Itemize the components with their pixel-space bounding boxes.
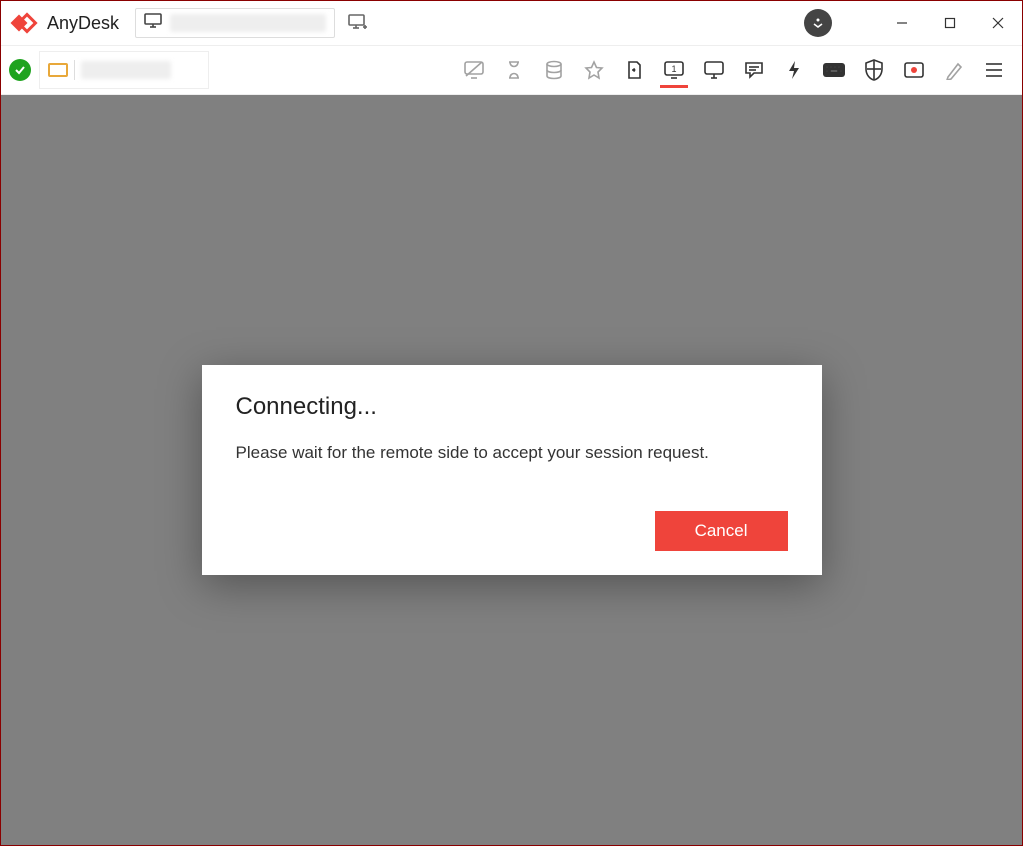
monitor-settings-icon[interactable] [694,50,734,90]
cancel-button[interactable]: Cancel [655,511,788,551]
chat-icon[interactable] [734,50,774,90]
svg-text:1: 1 [671,64,676,74]
session-tab-header[interactable] [135,8,335,38]
record-icon[interactable] [894,50,934,90]
app-title: AnyDesk [47,13,119,34]
new-session-button[interactable] [341,8,375,38]
tab-label-redacted [170,14,326,32]
separator [74,60,75,80]
active-session-tab[interactable] [39,51,209,89]
close-button[interactable] [974,1,1022,45]
permissions-icon[interactable] [854,50,894,90]
window-controls [878,1,1022,45]
minimize-button[interactable] [878,1,926,45]
session-label-redacted [81,61,171,79]
dialog-message: Please wait for the remote side to accep… [236,443,788,463]
display-select-icon[interactable]: 1 [654,50,694,90]
actions-icon[interactable] [774,50,814,90]
menu-dropdown-button[interactable] [804,9,832,37]
title-bar: AnyDesk [1,1,1022,45]
file-transfer-icon[interactable] [614,50,654,90]
dialog-title: Connecting... [236,393,788,421]
remote-viewport: Connecting... Please wait for the remote… [1,95,1022,845]
hamburger-menu-icon[interactable] [974,50,1014,90]
session-monitor-icon [48,63,68,77]
whiteboard-icon [934,50,974,90]
star-icon [574,50,614,90]
privacy-screen-icon [454,50,494,90]
connecting-dialog: Connecting... Please wait for the remote… [202,365,822,575]
app-window: AnyDesk [0,0,1023,846]
logo-area: AnyDesk [9,11,119,35]
connection-status-icon [9,59,31,81]
database-icon [534,50,574,90]
anydesk-logo-icon [9,11,39,35]
toolbar-icons: 1 [454,50,1014,90]
keyboard-icon[interactable] [814,50,854,90]
dialog-actions: Cancel [236,511,788,551]
maximize-button[interactable] [926,1,974,45]
hourglass-icon [494,50,534,90]
monitor-icon [144,13,162,34]
session-toolbar: 1 [1,45,1022,95]
